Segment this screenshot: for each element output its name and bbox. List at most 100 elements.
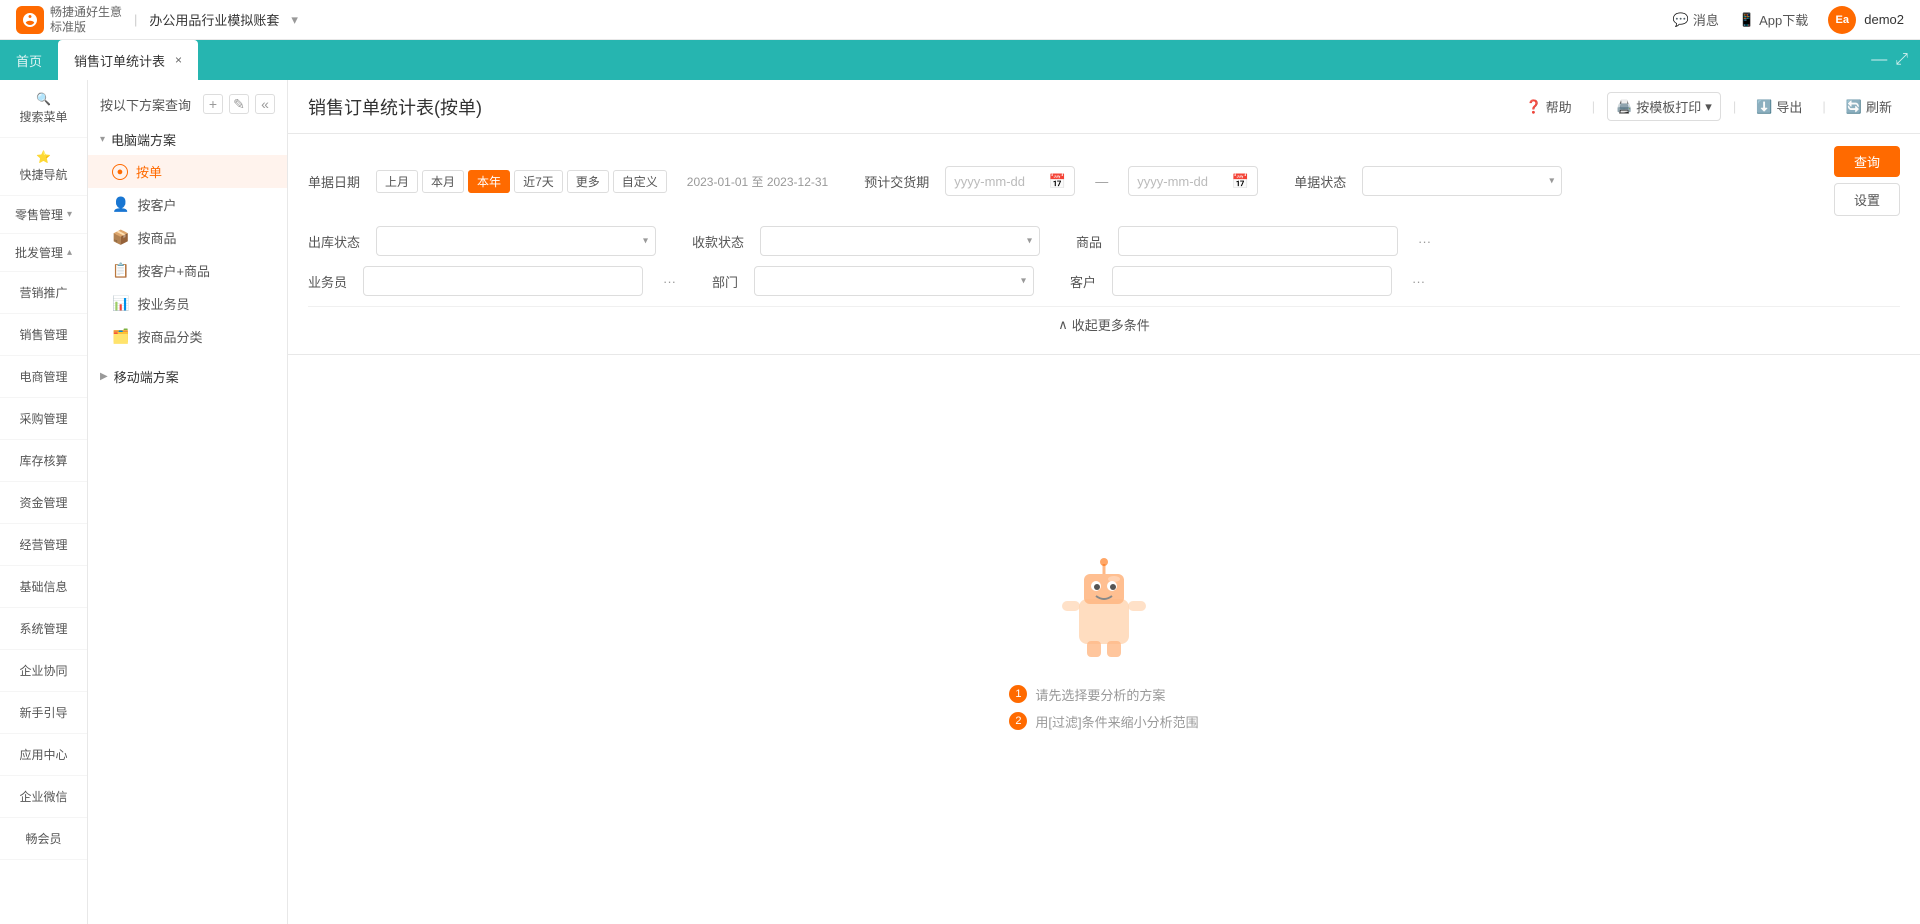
expected-date-label: 预计交货期 [864,172,929,191]
ship-status-select[interactable] [376,226,656,256]
ship-status-select-wrapper: ▾ [376,226,656,256]
calendar-end-icon: 📅 [1232,173,1249,190]
calendar-start-icon: 📅 [1049,173,1066,190]
by-salesperson-icon: 📊 [112,295,129,312]
chevron-up-icon: ▴ [67,247,72,258]
top-bar-left: 畅捷通好生意 标准版 | 办公用品行业模拟账套 ▾ [16,5,298,34]
by-order-icon: ● [112,164,128,180]
goods-label: 商品 [1076,232,1102,251]
sidebar-item-member[interactable]: 畅会员 [0,818,87,860]
settings-button[interactable]: 设置 [1834,183,1900,216]
scheme-item-by-salesperson[interactable]: 📊 按业务员 [88,287,287,320]
sidebar-item-appcenter[interactable]: 应用中心 [0,734,87,776]
dept-select[interactable] [754,266,1034,296]
app-download-button[interactable]: 📱 App下载 [1739,10,1808,29]
sidebar-item-system[interactable]: 系统管理 [0,608,87,650]
customer-input[interactable] [1112,266,1392,296]
content: 按以下方案查询 + ✎ « ▾ 电脑端方案 ● 按单 👤 [88,80,1920,924]
collapse-arrow-icon: ∧ [1058,317,1068,333]
status-label: 单据状态 [1294,172,1346,191]
help-button[interactable]: ❓ 帮助 [1517,93,1579,120]
print-button[interactable]: 🖨️ 按模板打印 ▾ [1607,92,1721,121]
scheme-item-by-customer-goods[interactable]: 📋 按客户+商品 [88,254,287,287]
date-this-month-button[interactable]: 本月 [422,170,464,193]
customer-dots[interactable]: ··· [1412,274,1425,289]
expected-date-end[interactable]: yyyy-mm-dd 📅 [1128,166,1258,196]
sidebar-item-inventory[interactable]: 库存核算 [0,440,87,482]
pc-scheme-toggle[interactable]: ▾ 电脑端方案 [88,124,287,155]
scheme-item-by-customer[interactable]: 👤 按客户 [88,188,287,221]
sidebar-item-enterprise[interactable]: 企业协同 [0,650,87,692]
sidebar-item-wechat[interactable]: 企业微信 [0,776,87,818]
tab-sales-order[interactable]: 销售订单统计表 × [58,40,198,80]
user-menu[interactable]: Ea demo2 [1828,6,1904,34]
collapse-filter-button[interactable]: ∧ 收起更多条件 [308,306,1900,342]
payment-status-select[interactable] [760,226,1040,256]
tab-maximize-button[interactable]: ⤢ [1895,51,1908,69]
download-icon: 📱 [1739,12,1755,28]
refresh-button[interactable]: 🔄 刷新 [1838,93,1900,120]
mobile-scheme-toggle[interactable]: ▶ 移动端方案 [88,361,287,392]
collapse-panel-button[interactable]: « [255,94,275,114]
query-button[interactable]: 查询 [1834,146,1900,177]
left-panel-title: 按以下方案查询 [100,95,191,114]
mobile-scheme-section: ▶ 移动端方案 [88,357,287,396]
tab-close-icon[interactable]: × [175,53,182,67]
date-7days-button[interactable]: 近7天 [514,170,563,193]
tab-home[interactable]: 首页 [0,40,58,80]
goods-input[interactable] [1118,226,1398,256]
sidebar-item-sales[interactable]: 销售管理 [0,314,87,356]
export-button[interactable]: ⬇️ 导出 [1748,93,1810,120]
sidebar-item-basics[interactable]: 基础信息 [0,566,87,608]
tab-controls: — ⤢ [1871,51,1920,69]
tab-minimize-button[interactable]: — [1871,51,1887,69]
sidebar-item-quicknav[interactable]: ⭐ 快捷导航 [0,138,87,196]
logo-text: 畅捷通好生意 标准版 [50,5,122,34]
by-customer-icon: 👤 [112,196,129,213]
edit-scheme-button[interactable]: ✎ [229,94,249,114]
sidebar-item-newbie[interactable]: 新手引导 [0,692,87,734]
sidebar-item-search[interactable]: 🔍 搜索菜单 [0,80,87,138]
top-bar-right: 💬 消息 📱 App下载 Ea demo2 [1673,6,1904,34]
ship-status-label: 出库状态 [308,232,360,251]
sidebar-item-purchase[interactable]: 采购管理 [0,398,87,440]
sidebar-item-wholesale[interactable]: 批发管理 ▴ [0,234,87,272]
scheme-item-by-goods[interactable]: 📦 按商品 [88,221,287,254]
page-header: 销售订单统计表(按单) ❓ 帮助 | 🖨️ 按模板打印 ▾ | [288,80,1920,134]
salesperson-label: 业务员 [308,272,347,291]
date-more-button[interactable]: 更多 [567,170,609,193]
date-custom-button[interactable]: 自定义 [613,170,667,193]
sidebar-item-finance[interactable]: 资金管理 [0,482,87,524]
date-buttons: 上月 本月 本年 近7天 更多 自定义 [376,170,667,193]
sidebar-item-operations[interactable]: 经营管理 [0,524,87,566]
sidebar-item-ecommerce[interactable]: 电商管理 [0,356,87,398]
filter-row-3: 业务员 ··· 部门 ▾ 客户 ··· [308,266,1900,296]
status-select[interactable] [1362,166,1562,196]
tab-bar: 首页 销售订单统计表 × — ⤢ [0,40,1920,80]
breadcrumb-arrow[interactable]: ▾ [291,12,298,28]
date-this-year-button[interactable]: 本年 [468,170,510,193]
scheme-item-by-order[interactable]: ● 按单 [88,155,287,188]
payment-status-label: 收款状态 [692,232,744,251]
logo-area: 畅捷通好生意 标准版 [16,5,122,34]
sidebar: 🔍 搜索菜单 ⭐ 快捷导航 零售管理 ▾ 批发管理 ▴ 营销推广 销售管理 电商… [0,80,88,924]
sidebar-item-retail[interactable]: 零售管理 ▾ [0,196,87,234]
tip1-number: 1 [1009,685,1027,703]
date-prev-month-button[interactable]: 上月 [376,170,418,193]
salesperson-input[interactable] [363,266,643,296]
scheme-item-by-category[interactable]: 🗂️ 按商品分类 [88,320,287,353]
add-scheme-button[interactable]: + [203,94,223,114]
goods-dots[interactable]: ··· [1418,234,1431,249]
empty-svg-icon [1044,549,1164,669]
date-label: 单据日期 [308,172,360,191]
by-goods-icon: 📦 [112,229,129,246]
expected-date-start[interactable]: yyyy-mm-dd 📅 [945,166,1075,196]
filter-area: 单据日期 上月 本月 本年 近7天 更多 自定义 2023-01-01 至 20… [288,134,1920,355]
sidebar-item-marketing[interactable]: 营销推广 [0,272,87,314]
salesperson-dots[interactable]: ··· [663,274,676,289]
avatar: Ea [1828,6,1856,34]
message-button[interactable]: 💬 消息 [1673,10,1719,29]
status-select-wrapper: ▾ [1362,166,1562,196]
page-actions: ❓ 帮助 | 🖨️ 按模板打印 ▾ | ⬇️ 导出 [1517,92,1900,121]
payment-status-select-wrapper: ▾ [760,226,1040,256]
